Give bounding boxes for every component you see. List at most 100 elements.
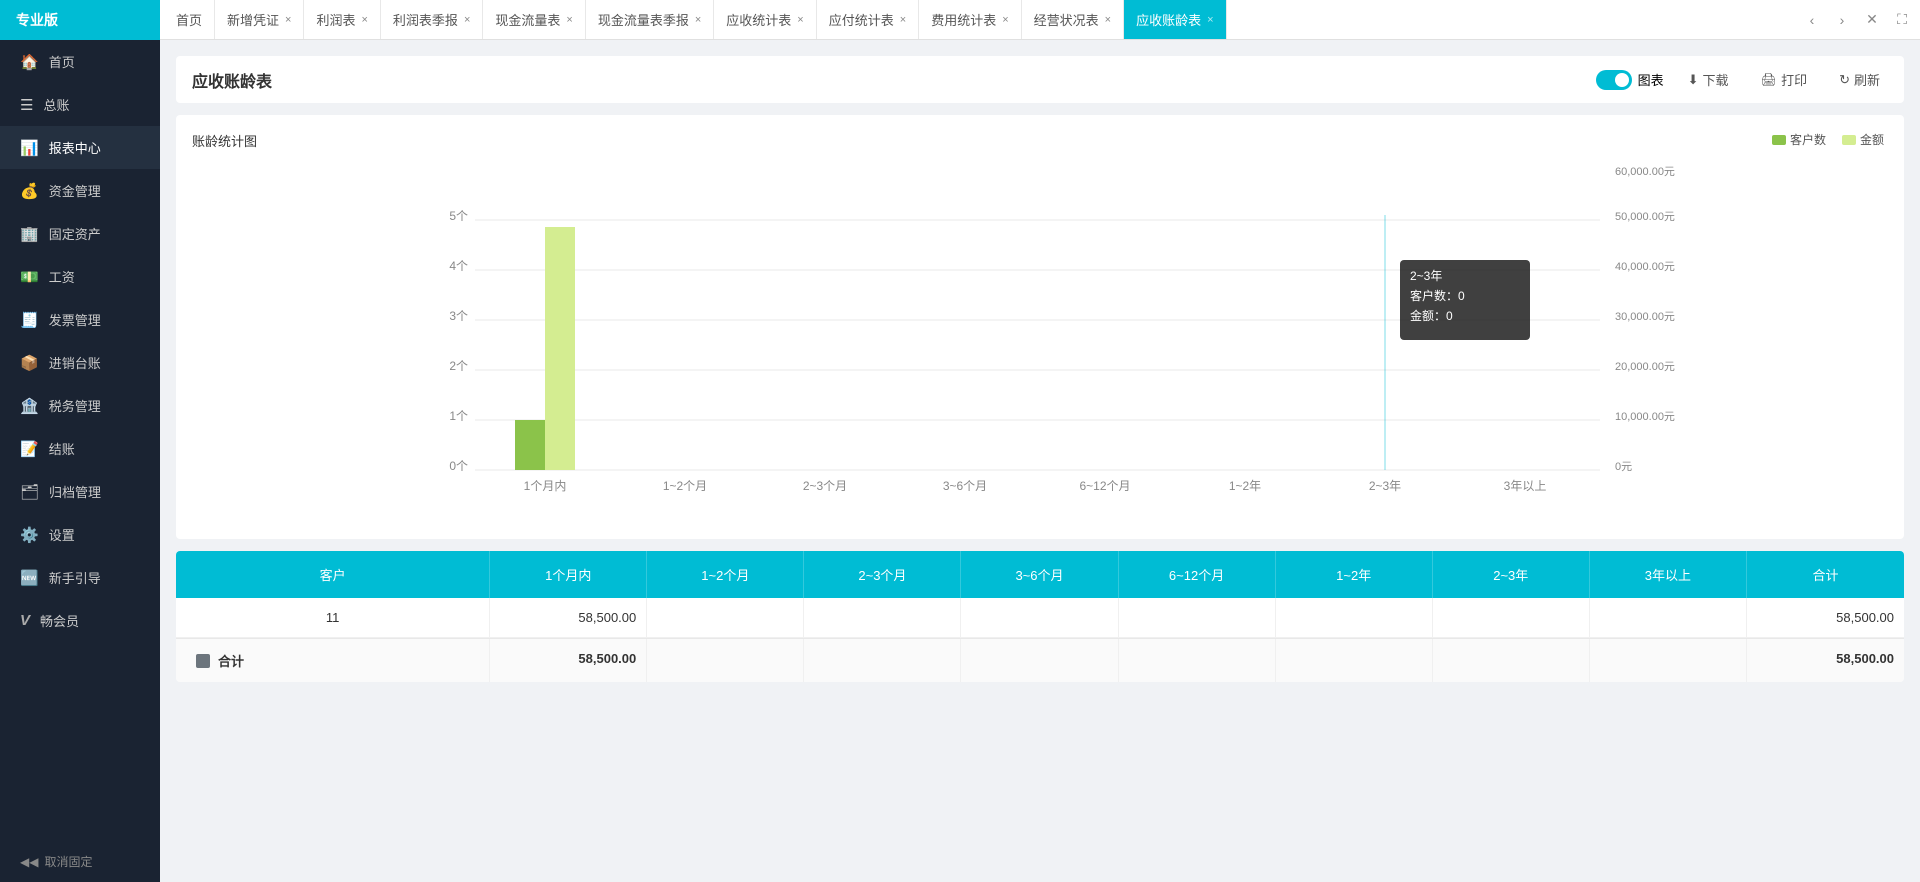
tab-voucher-close[interactable]: ×: [285, 14, 291, 26]
footer-m1: 58,500.00: [490, 639, 647, 682]
sidebar-item-salary[interactable]: 💵 工资: [0, 255, 160, 298]
footer-total: 58,500.00: [1747, 639, 1904, 682]
tab-aging[interactable]: 应收账龄表 ×: [1124, 0, 1226, 40]
cell-m1: 58,500.00: [490, 598, 647, 637]
page-header: 应收账龄表 图表 ⬇ 下载 🖨 打印 ↻ 刷新: [176, 56, 1904, 103]
inventory-icon: 📦: [20, 354, 39, 372]
footer-y12: [1276, 639, 1433, 682]
tab-close-all-button[interactable]: ✕: [1858, 6, 1886, 34]
svg-text:10,000.00元: 10,000.00元: [1615, 411, 1675, 423]
sidebar-item-reports[interactable]: 📊 报表中心: [0, 126, 160, 169]
tab-receivable-close[interactable]: ×: [797, 14, 803, 26]
cell-m23: [804, 598, 961, 637]
tab-expense[interactable]: 费用统计表 ×: [919, 0, 1021, 40]
svg-text:5个: 5个: [449, 209, 468, 223]
sidebar-item-closing[interactable]: 📝 结账: [0, 427, 160, 470]
chart-toggle[interactable]: 图表: [1596, 70, 1664, 90]
print-icon: 🖨: [1761, 72, 1778, 88]
cell-y3plus: [1590, 598, 1747, 637]
toggle-label: 图表: [1638, 70, 1664, 89]
print-button[interactable]: 🖨 打印: [1753, 66, 1816, 93]
col-header-customer: 客户: [176, 551, 490, 598]
toggle-knob[interactable]: [1596, 70, 1632, 90]
tab-operation-close[interactable]: ×: [1105, 14, 1111, 26]
tab-cashflow-q-close[interactable]: ×: [695, 14, 701, 26]
svg-text:60,000.00元: 60,000.00元: [1615, 166, 1675, 178]
download-button[interactable]: ⬇ 下载: [1680, 66, 1737, 93]
svg-text:1~2年: 1~2年: [1229, 479, 1261, 493]
footer-m23: [804, 639, 961, 682]
tab-bar: 首页 新增凭证 × 利润表 × 利润表季报 × 现金流量表 × 现金流量表季报 …: [160, 0, 1920, 40]
sidebar-item-member[interactable]: V 畅会员: [0, 599, 160, 642]
svg-text:4个: 4个: [449, 259, 468, 273]
sidebar-item-assets[interactable]: 🏢 固定资产: [0, 212, 160, 255]
tab-voucher[interactable]: 新增凭证 ×: [215, 0, 304, 40]
tab-cashflow[interactable]: 现金流量表 ×: [483, 0, 585, 40]
sidebar-item-inventory[interactable]: 📦 进销台账: [0, 341, 160, 384]
tab-cashflow-close[interactable]: ×: [566, 14, 572, 26]
tab-home[interactable]: 首页: [164, 0, 215, 40]
tab-aging-close[interactable]: ×: [1207, 14, 1213, 26]
tooltip-amount: 金额：0: [1410, 308, 1453, 323]
tab-expense-label: 费用统计表: [931, 10, 996, 29]
print-label: 打印: [1781, 70, 1807, 89]
tab-payable[interactable]: 应付统计表 ×: [817, 0, 919, 40]
main-content: 首页 新增凭证 × 利润表 × 利润表季报 × 现金流量表 × 现金流量表季报 …: [160, 0, 1920, 882]
tab-expense-close[interactable]: ×: [1002, 14, 1008, 26]
sidebar-item-archive[interactable]: 🗂 归档管理: [0, 470, 160, 513]
tab-profit-q[interactable]: 利润表季报 ×: [381, 0, 483, 40]
tab-next-button[interactable]: ›: [1828, 6, 1856, 34]
col-header-total: 合计: [1747, 551, 1904, 598]
col-header-m612: 6~12个月: [1119, 551, 1276, 598]
tab-profit-q-close[interactable]: ×: [464, 14, 470, 26]
legend-customers-color: [1772, 135, 1786, 145]
sidebar-item-funds[interactable]: 💰 资金管理: [0, 169, 160, 212]
sidebar-item-tax[interactable]: 🏦 税务管理: [0, 384, 160, 427]
sidebar-item-invoice[interactable]: 🧾 发票管理: [0, 298, 160, 341]
tab-payable-close[interactable]: ×: [900, 14, 906, 26]
table-footer: 合计 58,500.00 58,500.00: [176, 638, 1904, 682]
sidebar-item-ledger[interactable]: ☰ 总账: [0, 83, 160, 126]
svg-text:1个: 1个: [449, 409, 468, 423]
sidebar-item-settings[interactable]: ⚙️ 设置: [0, 513, 160, 556]
refresh-button[interactable]: ↻ 刷新: [1831, 66, 1888, 93]
tab-payable-label: 应付统计表: [829, 10, 894, 29]
header-actions: 图表 ⬇ 下载 🖨 打印 ↻ 刷新: [1596, 66, 1888, 93]
svg-text:0个: 0个: [449, 459, 468, 473]
sidebar-item-funds-label: 资金管理: [49, 181, 101, 200]
tab-cashflow-q-label: 现金流量表季报: [598, 10, 689, 29]
tab-prev-button[interactable]: ‹: [1798, 6, 1826, 34]
tab-cashflow-label: 现金流量表: [495, 10, 560, 29]
footer-y3plus: [1590, 639, 1747, 682]
tab-operation[interactable]: 经营状况表 ×: [1022, 0, 1124, 40]
sidebar-item-closing-label: 结账: [49, 439, 75, 458]
sidebar-item-guide-label: 新手引导: [49, 568, 101, 587]
cell-m612: [1119, 598, 1276, 637]
sidebar-unpin-button[interactable]: ◀◀ 取消固定: [0, 841, 160, 882]
col-header-m12: 1~2个月: [647, 551, 804, 598]
sidebar-item-member-label: 畅会员: [40, 611, 79, 630]
footer-label: 合计: [186, 651, 479, 670]
svg-text:6~12个月: 6~12个月: [1079, 479, 1130, 493]
legend-amount-color: [1842, 135, 1856, 145]
sidebar-unpin-label: 取消固定: [44, 853, 92, 870]
tab-expand-button[interactable]: ⛶: [1888, 6, 1916, 34]
sidebar-item-home[interactable]: 🏠 首页: [0, 40, 160, 83]
sidebar-item-guide[interactable]: 🆕 新手引导: [0, 556, 160, 599]
sidebar-item-inventory-label: 进销台账: [49, 353, 101, 372]
sidebar-item-tax-label: 税务管理: [49, 396, 101, 415]
tab-receivable[interactable]: 应收统计表 ×: [714, 0, 816, 40]
refresh-icon: ↻: [1839, 72, 1850, 88]
legend-customers-label: 客户数: [1790, 131, 1826, 148]
tab-profit[interactable]: 利润表 ×: [304, 0, 380, 40]
svg-text:2个: 2个: [449, 359, 468, 373]
col-header-y12: 1~2年: [1276, 551, 1433, 598]
tab-cashflow-q[interactable]: 现金流量表季报 ×: [586, 0, 714, 40]
tab-profit-close[interactable]: ×: [361, 14, 367, 26]
tax-icon: 🏦: [20, 397, 39, 415]
col-header-m1: 1个月内: [490, 551, 647, 598]
svg-text:2~3年: 2~3年: [1369, 479, 1401, 493]
sidebar-item-ledger-label: 总账: [43, 95, 69, 114]
svg-text:1个月内: 1个月内: [524, 479, 567, 493]
tooltip-customers: 客户数：0: [1410, 288, 1465, 303]
